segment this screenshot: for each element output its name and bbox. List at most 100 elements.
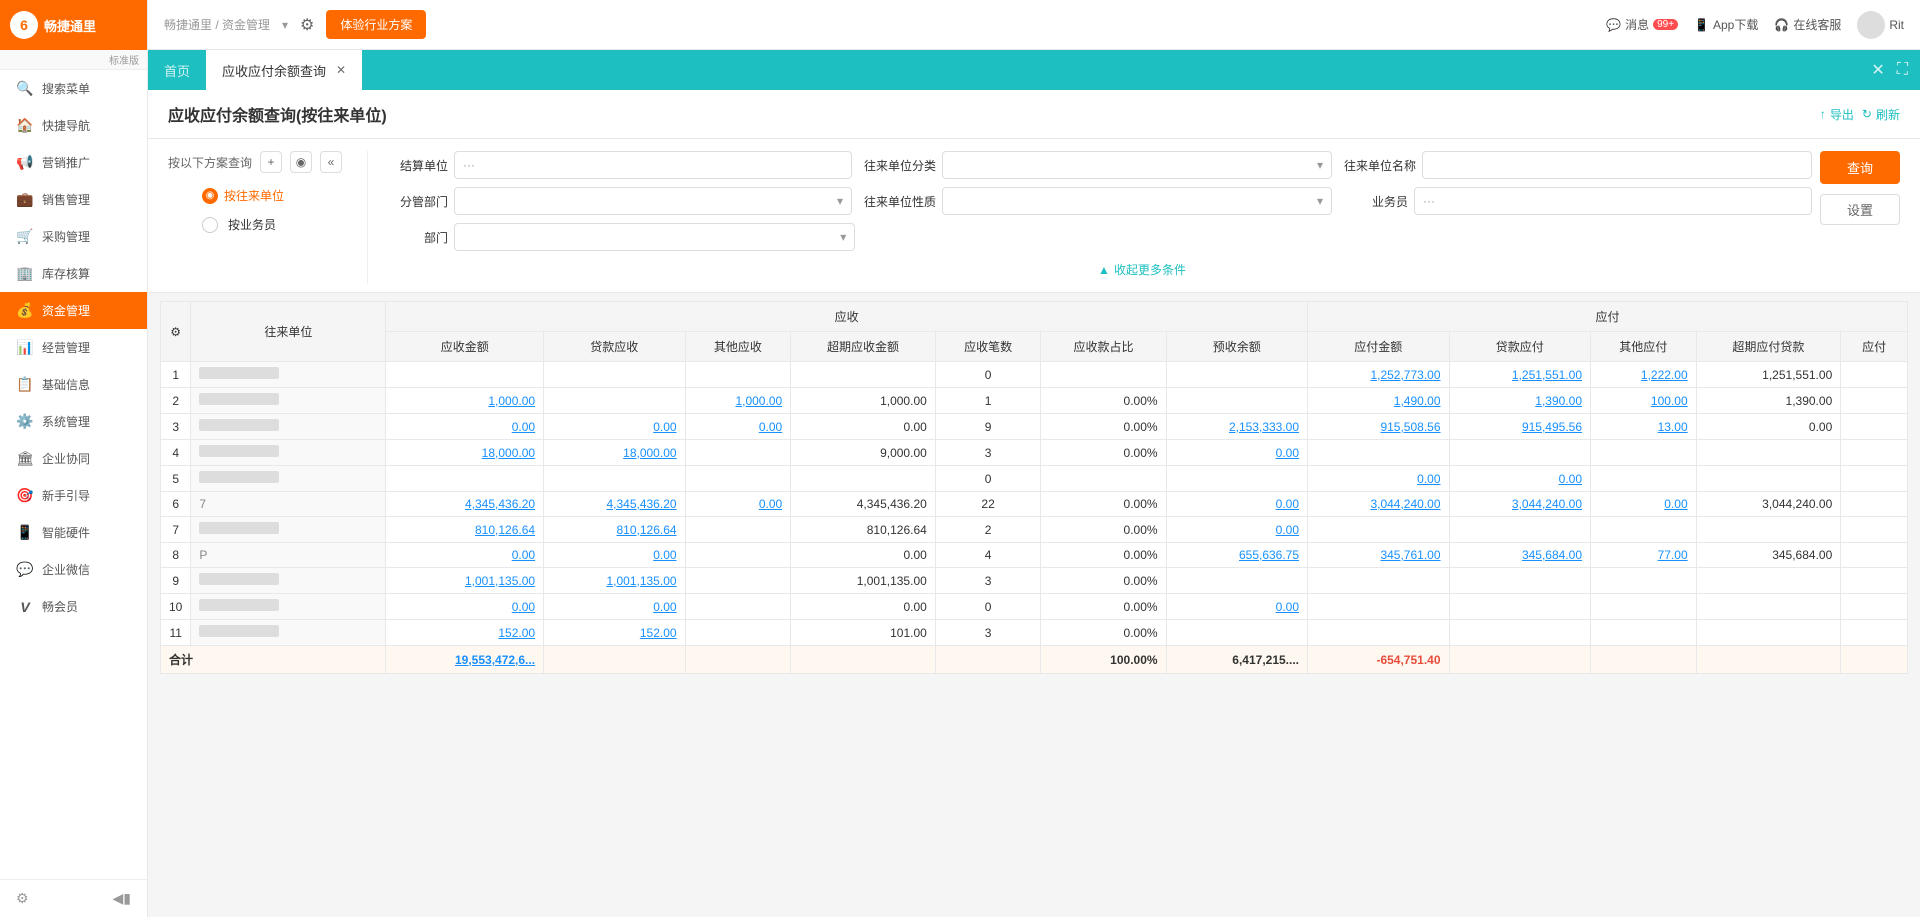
edit-scheme-button[interactable]: ◉ bbox=[290, 151, 312, 173]
filter-field-dept: 分管部门 ▾ bbox=[384, 187, 852, 215]
filter-label: 按以下方案查询 bbox=[168, 154, 252, 171]
sidebar-item-operations[interactable]: 📊 经营管理 bbox=[0, 329, 147, 366]
message-action[interactable]: 💬 消息 99+ bbox=[1606, 16, 1678, 33]
logo-text: 畅捷通里 bbox=[44, 16, 96, 35]
tab-close-window-icon[interactable]: ✕ bbox=[1871, 60, 1884, 80]
sidebar-item-sales[interactable]: 💼 销售管理 bbox=[0, 181, 147, 218]
th-ap-amount: 应付金额 bbox=[1308, 332, 1449, 362]
department-dropdown-icon: ▾ bbox=[840, 230, 846, 244]
sidebar-item-search[interactable]: 🔍 搜索菜单 bbox=[0, 70, 147, 107]
add-scheme-button[interactable]: + bbox=[260, 151, 282, 173]
inventory-icon: 🏢 bbox=[16, 265, 34, 282]
scheme-option-unit[interactable]: ◉ 按往来单位 bbox=[192, 183, 355, 208]
data-table: ⚙ 往来单位 应收 应付 应收金额 贷款应收 其他应收 超期应收金额 应收笔数 … bbox=[160, 301, 1908, 674]
sidebar-item-inventory[interactable]: 🏢 库存核算 bbox=[0, 255, 147, 292]
row-number: 1 bbox=[161, 362, 191, 388]
row-number: 6 bbox=[161, 492, 191, 517]
salesman-input[interactable]: ··· bbox=[1414, 187, 1812, 215]
sidebar-item-system[interactable]: ⚙️ 系统管理 bbox=[0, 403, 147, 440]
sidebar-item-marketing[interactable]: 📢 营销推广 bbox=[0, 144, 147, 181]
collapse-sidebar-icon[interactable]: ◀▮ bbox=[113, 890, 131, 907]
operations-icon: 📊 bbox=[16, 339, 34, 356]
trial-button[interactable]: 体验行业方案 bbox=[326, 10, 426, 39]
gear-settings-icon[interactable]: ⚙ bbox=[300, 15, 314, 35]
top-nav-left: 畅捷通里 / 资金管理 ▾ ⚙ 体验行业方案 bbox=[164, 10, 426, 39]
set-button[interactable]: 设置 bbox=[1820, 194, 1900, 225]
breadcrumb: 畅捷通里 / 资金管理 bbox=[164, 16, 270, 33]
sidebar-item-quicknav[interactable]: 🏠 快捷导航 bbox=[0, 107, 147, 144]
unit-name-input[interactable] bbox=[1422, 151, 1812, 179]
filter-field-salesman: 业务员 ··· bbox=[1344, 187, 1812, 215]
settlement-label: 结算单位 bbox=[384, 157, 448, 174]
total-ar-amount: 19,553,472,6... bbox=[386, 646, 544, 674]
member-icon: V bbox=[16, 599, 34, 615]
tab-home[interactable]: 首页 bbox=[148, 50, 206, 90]
sidebar-item-finance[interactable]: 💰 资金管理 bbox=[0, 292, 147, 329]
scheme-option-salesman[interactable]: 按业务员 bbox=[192, 212, 355, 237]
app-download-action[interactable]: 📱 App下载 bbox=[1694, 16, 1758, 33]
th-ar-ratio: 应收款占比 bbox=[1041, 332, 1166, 362]
dept-label: 分管部门 bbox=[384, 193, 448, 210]
tab-bar-right: ✕ ⛶ bbox=[1871, 60, 1920, 80]
department-input[interactable]: ▾ bbox=[454, 223, 855, 251]
table-row: 674,345,436.204,345,436.200.004,345,436.… bbox=[161, 492, 1908, 517]
row-number: 3 bbox=[161, 414, 191, 440]
filter-field-settlement: 结算单位 ··· bbox=[384, 151, 852, 179]
table-settings-icon[interactable]: ⚙ bbox=[170, 325, 181, 339]
tab-home-label: 首页 bbox=[164, 61, 190, 80]
th-ap-loan: 贷款应付 bbox=[1449, 332, 1590, 362]
table-row: 101,252,773.001,251,551.001,222.001,251,… bbox=[161, 362, 1908, 388]
user-action[interactable]: Rit bbox=[1857, 11, 1904, 39]
scheme-salesman-label: 按业务员 bbox=[228, 216, 276, 233]
online-service-action[interactable]: 🎧 在线客服 bbox=[1774, 16, 1841, 33]
unit-nature-dropdown-icon: ▾ bbox=[1317, 194, 1323, 208]
system-icon: ⚙️ bbox=[16, 413, 34, 430]
row-number: 7 bbox=[161, 517, 191, 543]
export-button[interactable]: ↑ 导出 bbox=[1820, 106, 1854, 123]
collapse-filter-button[interactable]: ▲ 收起更多条件 bbox=[384, 255, 1900, 284]
tab-expand-icon[interactable]: ⛶ bbox=[1897, 61, 1908, 79]
th-ap-other: 其他应付 bbox=[1591, 332, 1697, 362]
sidebar-item-guide[interactable]: 🎯 新手引导 bbox=[0, 477, 147, 514]
sidebar-item-wechat[interactable]: 💬 企业微信 bbox=[0, 551, 147, 588]
enterprise-icon: 🏛 bbox=[16, 450, 34, 467]
refresh-icon: ↻ bbox=[1862, 107, 1872, 121]
unit-name-cell: P bbox=[191, 543, 386, 568]
tab-bar: 首页 应收应付余额查询 ✕ ✕ ⛶ bbox=[148, 50, 1920, 90]
message-icon: 💬 bbox=[1606, 18, 1621, 32]
sidebar-item-enterprise[interactable]: 🏛 企业协同 bbox=[0, 440, 147, 477]
table-area: ⚙ 往来单位 应收 应付 应收金额 贷款应收 其他应收 超期应收金额 应收笔数 … bbox=[148, 293, 1920, 917]
dept-input[interactable]: ▾ bbox=[454, 187, 852, 215]
page-header-actions: ↑ 导出 ↻ 刷新 bbox=[1820, 106, 1900, 123]
total-ar-loan bbox=[544, 646, 685, 674]
query-button[interactable]: 查询 bbox=[1820, 151, 1900, 184]
unit-name-label: 往来单位名称 bbox=[1344, 157, 1416, 174]
table-row: 30.000.000.000.0090.00%2,153,333.00915,5… bbox=[161, 414, 1908, 440]
refresh-button[interactable]: ↻ 刷新 bbox=[1862, 106, 1900, 123]
sidebar-item-member[interactable]: V 畅会员 bbox=[0, 588, 147, 625]
total-prepay: 6,417,215.... bbox=[1166, 646, 1307, 674]
sales-icon: 💼 bbox=[16, 191, 34, 208]
unit-category-input[interactable]: ▾ bbox=[942, 151, 1332, 179]
sidebar-item-basic[interactable]: 📋 基础信息 bbox=[0, 366, 147, 403]
settings-bottom-icon[interactable]: ⚙ bbox=[16, 890, 29, 907]
collapse-scheme-button[interactable]: « bbox=[320, 151, 342, 173]
dropdown-icon: ▾ bbox=[1317, 158, 1323, 172]
tab-close-icon[interactable]: ✕ bbox=[336, 63, 346, 77]
filter-right-buttons: 查询 设置 bbox=[1820, 151, 1900, 255]
table-row: 100.000.000.0000.00%0.00 bbox=[161, 594, 1908, 620]
hardware-icon: 📱 bbox=[16, 524, 34, 541]
sidebar-bottom: ⚙ ◀▮ bbox=[0, 879, 147, 917]
unit-nature-input[interactable]: ▾ bbox=[942, 187, 1332, 215]
filter-field-unit-category: 往来单位分类 ▾ bbox=[864, 151, 1332, 179]
user-name: Rit bbox=[1889, 18, 1904, 32]
sidebar-item-hardware[interactable]: 📱 智能硬件 bbox=[0, 514, 147, 551]
row-number: 11 bbox=[161, 620, 191, 646]
sidebar-item-purchase[interactable]: 🛒 采购管理 bbox=[0, 218, 147, 255]
tab-query[interactable]: 应收应付余额查询 ✕ bbox=[206, 50, 362, 90]
content-area: 应收应付余额查询(按往来单位) ↑ 导出 ↻ 刷新 按以下方案查询 bbox=[148, 90, 1920, 917]
settlement-input[interactable]: ··· bbox=[454, 151, 852, 179]
row-number: 4 bbox=[161, 440, 191, 466]
total-ar-overdue bbox=[791, 646, 936, 674]
unit-name-cell bbox=[191, 517, 386, 543]
